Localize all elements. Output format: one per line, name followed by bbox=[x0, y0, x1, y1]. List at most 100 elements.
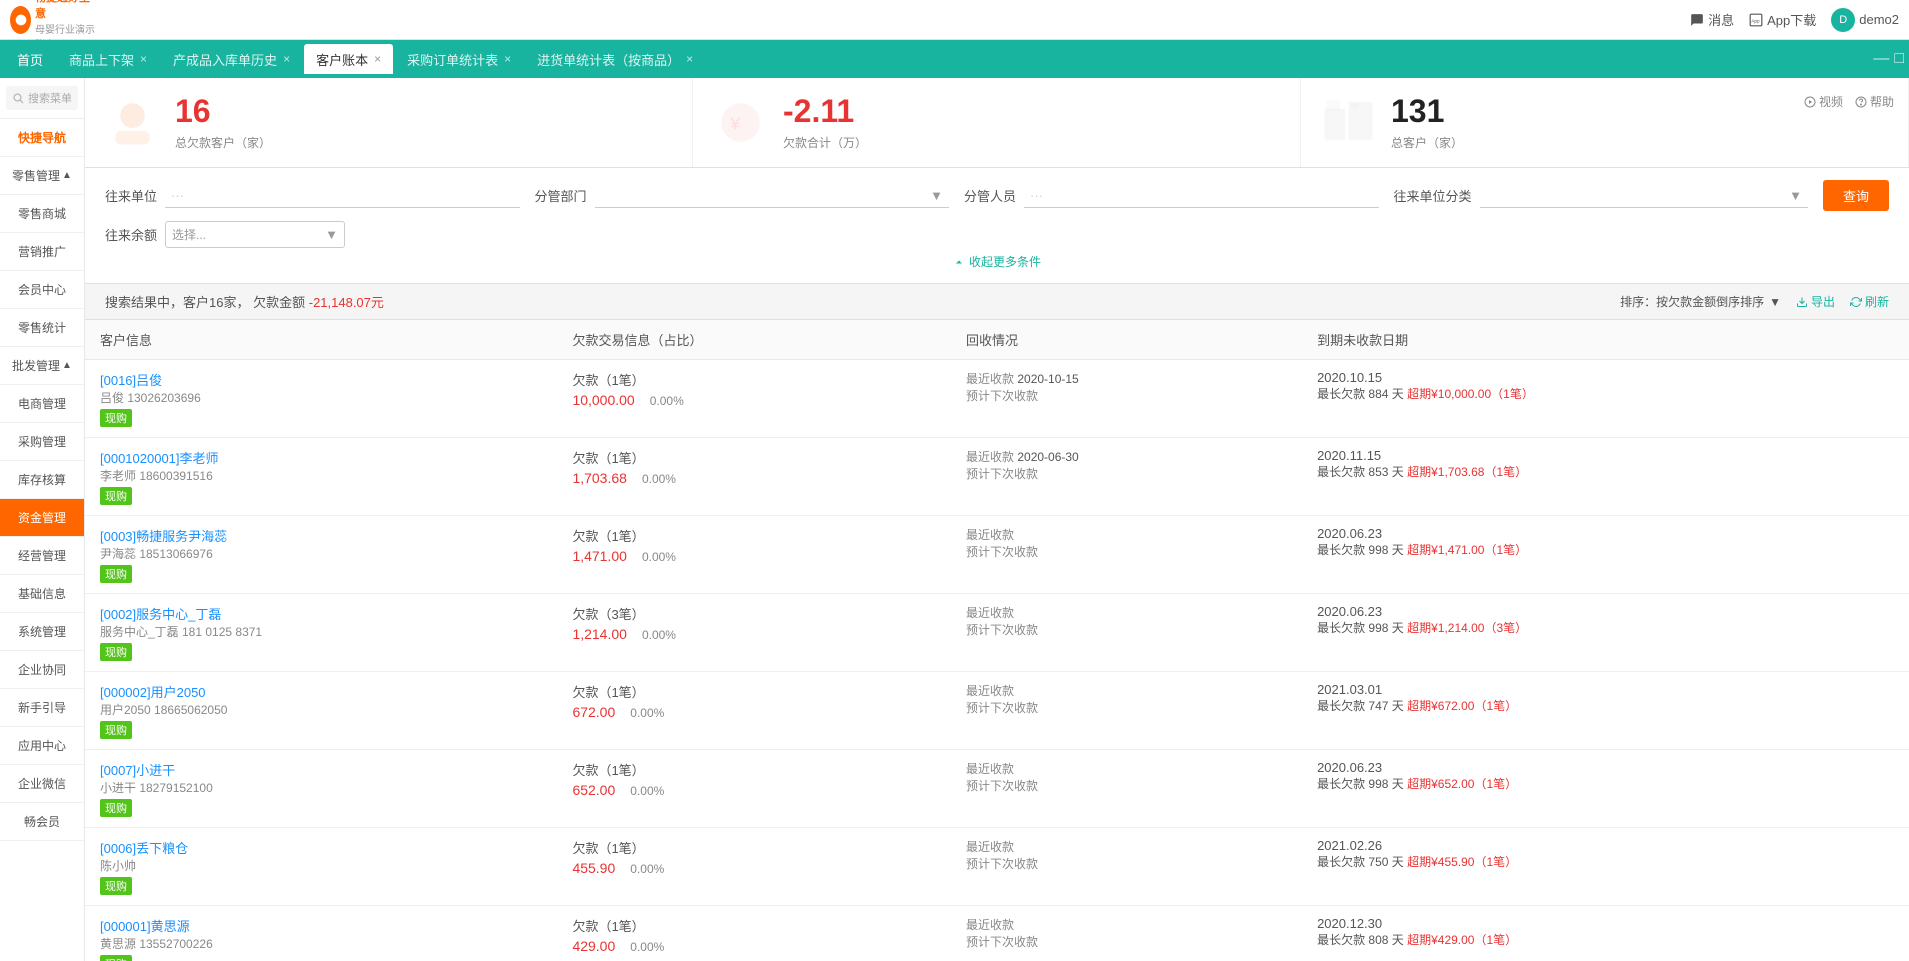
sidebar-item-retail-mall[interactable]: 零售商城 bbox=[0, 195, 84, 233]
refresh-btn[interactable]: 刷新 bbox=[1850, 293, 1889, 310]
sidebar-item-enterprise[interactable]: 企业协同 bbox=[0, 651, 84, 689]
stat-card-debt-total: ¥ -2.11 欠款合计（万） bbox=[693, 78, 1301, 167]
results-bar: 搜索结果中，客户16家， 欠款金额 -21,148.07元 排序：按欠款金额倒序… bbox=[85, 284, 1909, 320]
customer-name-link[interactable]: [000002]用户2050 bbox=[100, 685, 206, 700]
debt-count: 欠款（3笔） bbox=[572, 604, 936, 623]
customer-name-link[interactable]: [0002]服务中心_丁磊 bbox=[100, 607, 221, 622]
customer-name-link[interactable]: [0016]吕俊 bbox=[100, 373, 162, 388]
customer-name-link[interactable]: [0006]丢下粮仓 bbox=[100, 841, 188, 856]
sidebar-item-wholesale-mgmt[interactable]: 批发管理 ▲ bbox=[0, 347, 84, 385]
window-minimize[interactable]: — bbox=[1873, 50, 1889, 68]
due-date: 2020.12.30 bbox=[1317, 916, 1894, 931]
sidebar-item-operation[interactable]: 经营管理 bbox=[0, 537, 84, 575]
col-header-debt-info: 欠款交易信息（占比） bbox=[557, 320, 951, 360]
search-button[interactable]: 查询 bbox=[1823, 180, 1889, 211]
sidebar-item-app-center[interactable]: 应用中心 bbox=[0, 727, 84, 765]
help-btn[interactable]: 帮助 bbox=[1855, 93, 1894, 110]
next-collection-info: 预计下次收款 bbox=[966, 621, 1287, 638]
sidebar-item-marketing[interactable]: 营销推广 bbox=[0, 233, 84, 271]
retail-arrow-icon: ▲ bbox=[62, 170, 72, 181]
filter-balance-select[interactable]: 选择... ▼ bbox=[165, 221, 345, 248]
due-date: 2020.06.23 bbox=[1317, 760, 1894, 775]
next-collection-info: 预计下次收款 bbox=[966, 699, 1287, 716]
export-btn[interactable]: 导出 bbox=[1796, 293, 1835, 310]
next-collection-info: 预计下次收款 bbox=[966, 387, 1287, 404]
tab-close-product-listing[interactable]: × bbox=[140, 52, 147, 66]
customer-phone: 吕俊 13026203696 bbox=[100, 389, 542, 406]
filter-department-select[interactable]: ▼ bbox=[595, 184, 949, 208]
overdue-amount-link[interactable]: 超期¥672.00（1笔） bbox=[1407, 699, 1517, 713]
overdue-info: 最长欠款 998 天 超期¥1,214.00（3笔） bbox=[1317, 619, 1894, 636]
tab-product-listing[interactable]: 商品上下架 × bbox=[57, 44, 159, 74]
return-info: 最近收款 bbox=[966, 916, 1287, 933]
stat-card-debtors: 16 总欠款客户（家） bbox=[85, 78, 693, 167]
sidebar-item-vip[interactable]: 畅会员 bbox=[0, 803, 84, 841]
overdue-amount-link[interactable]: 超期¥1,703.68（1笔） bbox=[1407, 465, 1527, 479]
customer-tag: 现购 bbox=[100, 955, 132, 961]
overdue-amount-link[interactable]: 超期¥429.00（1笔） bbox=[1407, 933, 1517, 947]
filter-category-select[interactable]: ▼ bbox=[1480, 184, 1808, 208]
debt-amount: 429.00 bbox=[572, 938, 615, 954]
filter-counterparty: 往来单位 ··· bbox=[105, 184, 520, 208]
overdue-amount-link[interactable]: 超期¥1,214.00（3笔） bbox=[1407, 621, 1527, 635]
sidebar-item-ecommerce[interactable]: 电商管理 bbox=[0, 385, 84, 423]
sidebar-item-purchase[interactable]: 采购管理 bbox=[0, 423, 84, 461]
tab-purchase-order[interactable]: 采购订单统计表 × bbox=[395, 44, 523, 74]
tab-close-customer-account[interactable]: × bbox=[374, 52, 381, 66]
customer-name-link[interactable]: [0007]小进干 bbox=[100, 763, 175, 778]
debt-count: 欠款（1笔） bbox=[572, 916, 936, 935]
filter-manager: 分管人员 ··· bbox=[964, 184, 1379, 208]
customer-name-link[interactable]: [0001020001]李老师 bbox=[100, 451, 219, 466]
collapse-filters-btn[interactable]: 收起更多条件 bbox=[105, 248, 1889, 275]
window-maximize[interactable]: □ bbox=[1894, 50, 1904, 68]
return-info: 最近收款 bbox=[966, 604, 1287, 621]
overdue-info: 最长欠款 808 天 超期¥429.00（1笔） bbox=[1317, 931, 1894, 948]
sort-btn[interactable]: 排序：按欠款金额倒序排序 ▼ bbox=[1620, 293, 1781, 310]
sidebar-item-retail-stats[interactable]: 零售统计 bbox=[0, 309, 84, 347]
debt-amount: 1,214.00 bbox=[572, 626, 627, 642]
due-date: 2021.02.26 bbox=[1317, 838, 1894, 853]
sidebar-item-wechat[interactable]: 企业微信 bbox=[0, 765, 84, 803]
tab-close-stock-history[interactable]: × bbox=[283, 52, 290, 66]
tab-purchase-stats[interactable]: 进货单统计表（按商品） × bbox=[525, 44, 705, 74]
customer-name-link[interactable]: [000001]黄思源 bbox=[100, 919, 190, 934]
debt-amount: 10,000.00 bbox=[572, 392, 634, 408]
overdue-amount-link[interactable]: 超期¥455.90（1笔） bbox=[1407, 855, 1517, 869]
tab-customer-account[interactable]: 客户账本 × bbox=[304, 44, 393, 74]
user-menu[interactable]: D demo2 bbox=[1831, 8, 1899, 32]
debt-amount: 652.00 bbox=[572, 782, 615, 798]
tab-home[interactable]: 首页 bbox=[5, 44, 55, 74]
sidebar-item-basic-info[interactable]: 基础信息 bbox=[0, 575, 84, 613]
sidebar-item-finance[interactable]: 资金管理 bbox=[0, 499, 84, 537]
overdue-info: 最长欠款 750 天 超期¥455.90（1笔） bbox=[1317, 853, 1894, 870]
stat-label-debtors: 总欠款客户（家） bbox=[175, 134, 271, 151]
tab-close-purchase-order[interactable]: × bbox=[504, 52, 511, 66]
logo-text: 畅捷通好生意 bbox=[35, 0, 95, 21]
overdue-amount-link[interactable]: 超期¥652.00（1笔） bbox=[1407, 777, 1517, 791]
sidebar-item-guide[interactable]: 新手引导 bbox=[0, 689, 84, 727]
message-btn[interactable]: 消息 bbox=[1690, 10, 1734, 29]
overdue-amount-link[interactable]: 超期¥1,471.00（1笔） bbox=[1407, 543, 1527, 557]
tab-close-purchase-stats[interactable]: × bbox=[686, 52, 693, 66]
col-header-due-date: 到期未收款日期 bbox=[1302, 320, 1909, 360]
return-info: 最近收款 bbox=[966, 760, 1287, 777]
tab-stock-history[interactable]: 产成品入库单历史 × bbox=[161, 44, 302, 74]
sidebar-item-member[interactable]: 会员中心 bbox=[0, 271, 84, 309]
table-container: 客户信息 欠款交易信息（占比） 回收情况 到期未收款日期 [0016]吕俊 吕俊… bbox=[85, 320, 1909, 961]
sidebar-item-inventory[interactable]: 库存核算 bbox=[0, 461, 84, 499]
sidebar-item-retail-mgmt[interactable]: 零售管理 ▲ bbox=[0, 157, 84, 195]
customer-phone: 黄思源 13552700226 bbox=[100, 935, 542, 952]
app-download-btn[interactable]: App App下载 bbox=[1749, 10, 1816, 29]
debt-amount: 672.00 bbox=[572, 704, 615, 720]
search-menu[interactable]: 搜索菜单 bbox=[0, 78, 84, 119]
filter-balance-label: 往来余额 bbox=[105, 225, 157, 244]
filter-manager-input[interactable]: ··· bbox=[1024, 184, 1378, 208]
sidebar-item-system[interactable]: 系统管理 bbox=[0, 613, 84, 651]
view-video-btn[interactable]: 视频 bbox=[1804, 93, 1843, 110]
sidebar-item-quick-nav[interactable]: 快捷导航 bbox=[0, 119, 84, 157]
overdue-amount-link[interactable]: 超期¥10,000.00（1笔） bbox=[1407, 387, 1534, 401]
customer-name-link[interactable]: [0003]畅捷服务尹海蕊 bbox=[100, 529, 227, 544]
overdue-info: 最长欠款 998 天 超期¥652.00（1笔） bbox=[1317, 775, 1894, 792]
filter-area: 往来单位 ··· 分管部门 ▼ 分管人员 bbox=[85, 168, 1909, 284]
filter-counterparty-input[interactable]: ··· bbox=[165, 184, 519, 208]
